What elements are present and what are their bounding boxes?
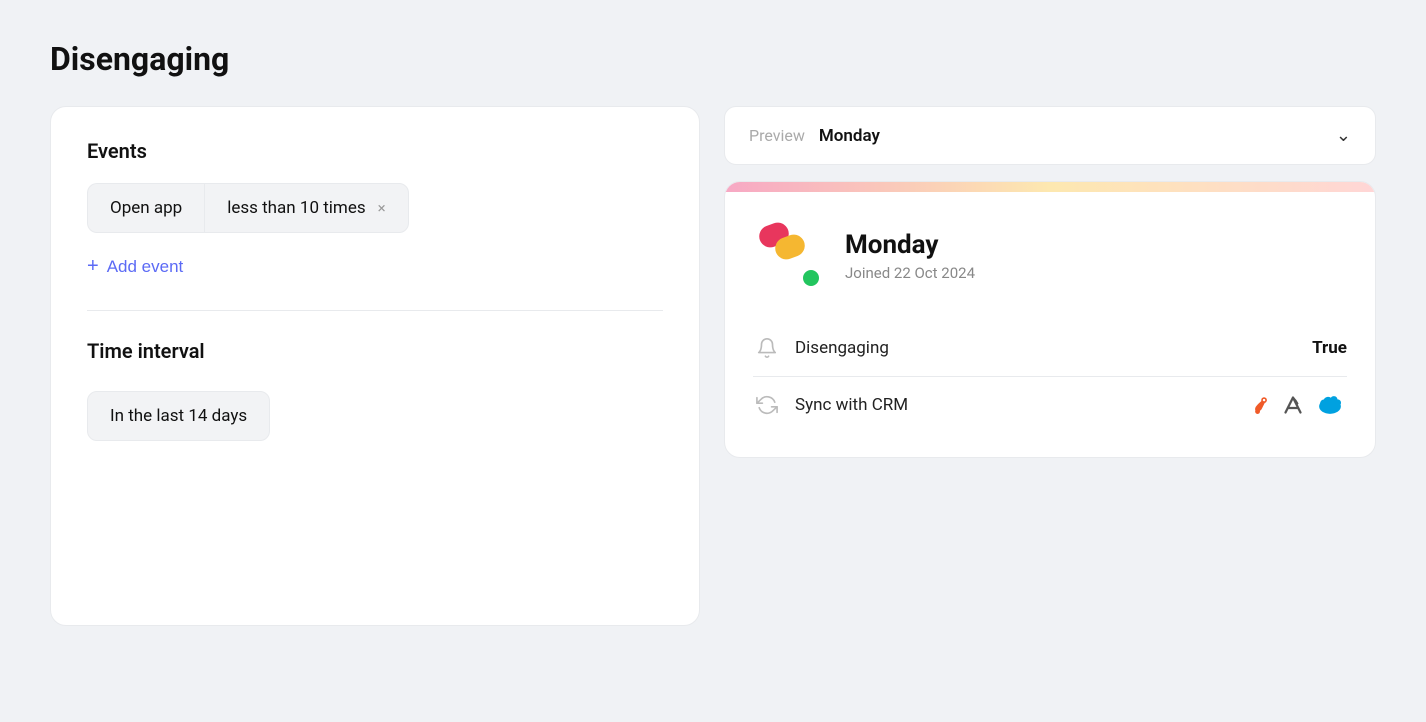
card-app-name: Monday [845,230,975,260]
disengaging-value: True [1312,338,1347,358]
sync-label: Sync with CRM [795,395,1233,415]
event-condition-tag[interactable]: less than 10 times × [204,183,408,233]
salesforce-icon [1313,392,1347,418]
time-interval-section: Time interval In the last 14 days [87,339,663,441]
section-divider [87,310,663,311]
add-event-label: Add event [107,257,184,277]
left-panel: Events Open app less than 10 times × + A… [50,106,700,626]
event-condition-label: less than 10 times [227,198,365,218]
preview-label: Preview [749,126,805,145]
card-body: Monday Joined 22 Oct 2024 Disengaging Tr… [725,192,1375,457]
right-panel: Preview Monday ⌄ Monday Joined 22 Oct 20… [724,106,1376,458]
preview-dropdown[interactable]: Preview Monday ⌄ [724,106,1376,165]
sync-icon [753,391,781,419]
card-join-date: Joined 22 Oct 2024 [845,264,975,282]
app-logo [753,220,825,292]
disengaging-label: Disengaging [795,338,1298,358]
event-row: Open app less than 10 times × [87,183,663,233]
close-icon[interactable]: × [378,199,386,217]
astro-icon [1281,393,1305,417]
main-layout: Events Open app less than 10 times × + A… [50,106,1376,626]
preview-value: Monday [819,126,1326,146]
page-title: Disengaging [50,40,1376,78]
plus-icon: + [87,255,99,278]
chevron-down-icon: ⌄ [1336,125,1351,146]
hubspot-icon [1247,392,1273,418]
card-info: Monday Joined 22 Oct 2024 [845,230,975,282]
crm-icons [1247,392,1347,418]
events-section-title: Events [87,139,663,163]
card-disengaging-row: Disengaging True [753,320,1347,376]
time-interval-tag[interactable]: In the last 14 days [87,391,270,441]
card-gradient-bar [725,182,1375,192]
add-event-button[interactable]: + Add event [87,251,183,282]
card-sync-row: Sync with CRM [753,376,1347,433]
bell-icon [753,334,781,362]
event-name-tag[interactable]: Open app [87,183,204,233]
preview-card: Monday Joined 22 Oct 2024 Disengaging Tr… [724,181,1376,458]
card-profile-row: Monday Joined 22 Oct 2024 [753,220,1347,292]
time-interval-title: Time interval [87,339,663,363]
logo-green-circle [803,270,819,286]
